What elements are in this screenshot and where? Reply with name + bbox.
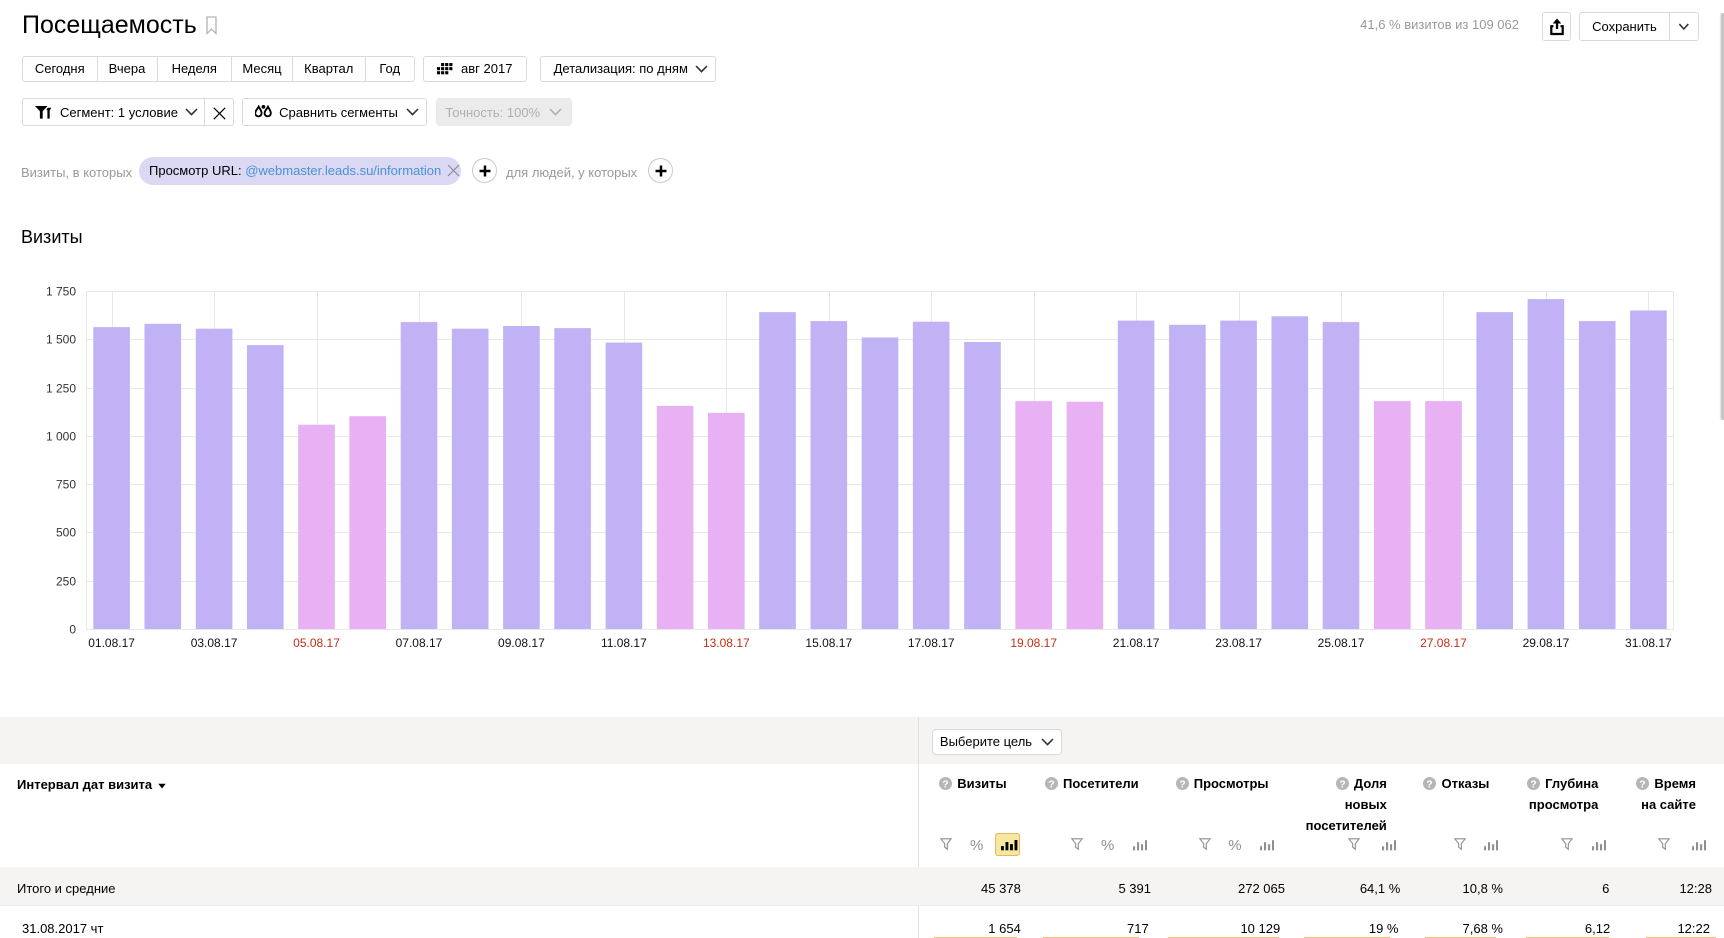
svg-text:?: ?: [1530, 778, 1536, 790]
svg-text:?: ?: [943, 778, 949, 790]
svg-text:27.08.17: 27.08.17: [1420, 636, 1467, 650]
svg-text:31.08.17: 31.08.17: [1625, 636, 1672, 650]
svg-text:19.08.17: 19.08.17: [1010, 636, 1057, 650]
svg-text:?: ?: [1179, 778, 1185, 790]
svg-text:750: 750: [56, 478, 76, 492]
svg-text:17.08.17: 17.08.17: [908, 636, 955, 650]
svg-text:500: 500: [56, 526, 76, 540]
svg-text:29.08.17: 29.08.17: [1523, 636, 1570, 650]
svg-text:23.08.17: 23.08.17: [1215, 636, 1262, 650]
svg-text:13.08.17: 13.08.17: [703, 636, 750, 650]
svg-text:?: ?: [1640, 778, 1646, 790]
svg-text:01.08.17: 01.08.17: [88, 636, 135, 650]
svg-text:?: ?: [1427, 778, 1433, 790]
svg-text:09.08.17: 09.08.17: [498, 636, 545, 650]
svg-text:250: 250: [56, 575, 76, 589]
svg-text:0: 0: [69, 623, 76, 637]
svg-text:1 750: 1 750: [46, 285, 76, 299]
svg-text:?: ?: [1339, 778, 1345, 790]
svg-text:05.08.17: 05.08.17: [293, 636, 340, 650]
svg-text:03.08.17: 03.08.17: [191, 636, 238, 650]
svg-text:11.08.17: 11.08.17: [601, 636, 647, 650]
svg-text:21.08.17: 21.08.17: [1113, 636, 1160, 650]
svg-text:1 500: 1 500: [46, 333, 76, 347]
svg-text:1 250: 1 250: [46, 382, 76, 396]
svg-text:15.08.17: 15.08.17: [805, 636, 852, 650]
svg-text:25.08.17: 25.08.17: [1318, 636, 1365, 650]
svg-text:?: ?: [1048, 778, 1054, 790]
svg-text:1 000: 1 000: [46, 430, 76, 444]
svg-text:07.08.17: 07.08.17: [396, 636, 443, 650]
